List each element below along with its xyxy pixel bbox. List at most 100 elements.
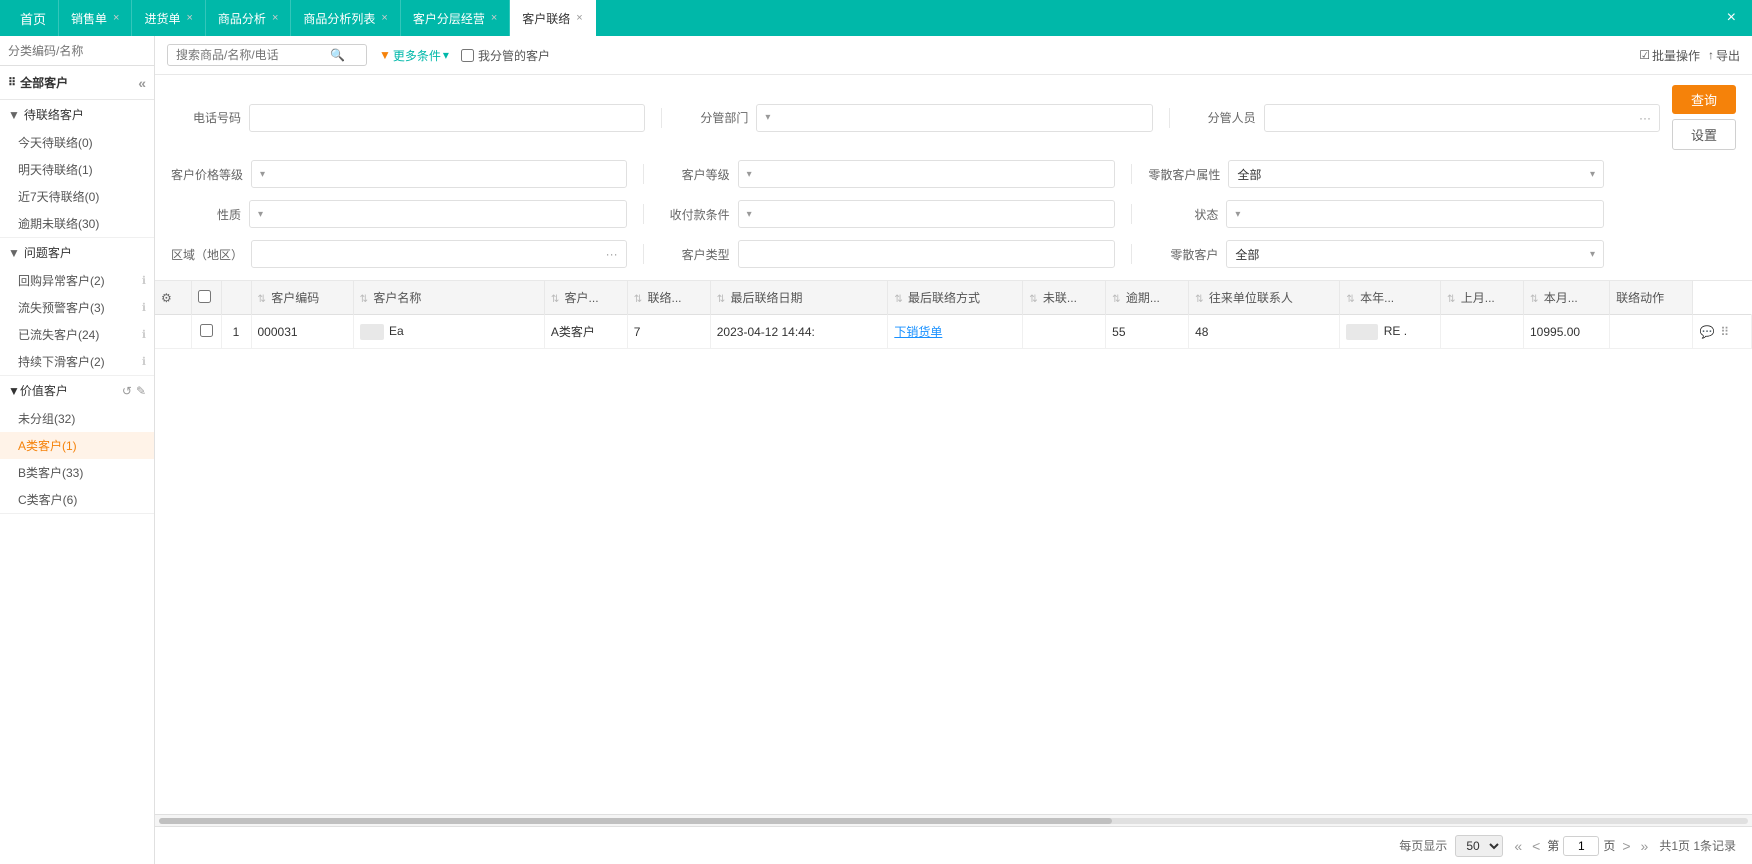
nav-home[interactable]: 首页 (8, 0, 59, 36)
sort-icon-date[interactable]: ⇅ (717, 294, 725, 305)
phone-input[interactable] (249, 104, 645, 132)
filter-retail-attr: 零散客户属性 全部 ▾ (1148, 158, 1604, 190)
sidebar-item-churned[interactable]: 已流失客户(24) ℹ (0, 321, 154, 348)
col-current-month: ⇅ 本月... (1524, 281, 1610, 315)
close-customer-contact-tab[interactable]: × (576, 12, 582, 24)
refresh-icon[interactable]: ↺ (122, 384, 132, 398)
my-customer-checkbox-container[interactable]: 我分管的客户 (461, 47, 550, 64)
sort-icon-contact[interactable]: ⇅ (634, 294, 642, 305)
status-input[interactable]: ▾ (1226, 200, 1604, 228)
close-analysis-tab[interactable]: × (272, 12, 278, 24)
data-table-area: ⚙ ⇅ 客户编码 ⇅ 客户名称 (155, 281, 1752, 814)
gear-icon[interactable]: ⚙ (161, 291, 172, 305)
sort-icon-code[interactable]: ⇅ (258, 294, 266, 305)
nav-tab-analysis-list[interactable]: 商品分析列表 × (291, 0, 400, 36)
more-filter-button[interactable]: ▼ 更多条件 ▾ (379, 47, 449, 64)
close-sales-tab[interactable]: × (113, 12, 119, 24)
payment-input[interactable]: ▾ (738, 200, 1116, 228)
first-page-button[interactable]: « (1511, 838, 1525, 854)
horizontal-scrollbar[interactable] (155, 814, 1752, 826)
close-purchase-tab[interactable]: × (186, 12, 192, 24)
sidebar-item-class-b[interactable]: B类客户(33) (0, 459, 154, 486)
col-current-year: ⇅ 本年... (1340, 281, 1441, 315)
nature-input[interactable]: ▾ (249, 200, 627, 228)
filter-bar: 🔍 ▼ 更多条件 ▾ 我分管的客户 ☑ 批量操作 ↑ 导出 (155, 36, 1752, 75)
pending-group-title[interactable]: ▼ 待联络客户 (0, 100, 154, 129)
row-action-buttons: 💬 ⠿ (1699, 325, 1745, 339)
nav-tab-analysis[interactable]: 商品分析 × (206, 0, 291, 36)
sidebar-item-churn-warning[interactable]: 流失预警客户(3) ℹ (0, 294, 154, 321)
next-page-button[interactable]: > (1619, 838, 1633, 854)
set-button[interactable]: 设置 (1672, 119, 1736, 150)
select-all-checkbox[interactable] (198, 290, 211, 303)
sidebar: 🔍 ⠿ 全部客户 « ▼ 待联络客户 今天待联络(0) 明天待联络(1) 近7天… (0, 36, 155, 864)
filter-row-1: 电话号码 分管部门 ▾ 分管人员 ··· (171, 85, 1736, 150)
close-customer-segment-tab[interactable]: × (491, 12, 497, 24)
retail2-input[interactable]: 全部 ▾ (1226, 240, 1604, 268)
dept-input[interactable]: ▾ (756, 104, 1152, 132)
search-box[interactable]: 🔍 (167, 44, 367, 66)
search-input[interactable] (176, 48, 326, 62)
sidebar-item-unclassified[interactable]: 未分组(32) (0, 405, 154, 432)
last-page-button[interactable]: » (1638, 838, 1652, 854)
sidebar-item-overdue[interactable]: 逾期未联络(30) (0, 210, 154, 237)
filter-region: 区域（地区） ··· (171, 238, 627, 270)
query-button[interactable]: 查询 (1672, 85, 1736, 114)
problem-group-title[interactable]: ▼ 问题客户 (0, 238, 154, 267)
sidebar-item-tomorrow[interactable]: 明天待联络(1) (0, 156, 154, 183)
filter-actions: ☑ 批量操作 ↑ 导出 (1639, 47, 1740, 64)
value-group-title[interactable]: ▼ 价值客户 ↺ ✎ (0, 376, 154, 405)
page-number-input[interactable] (1563, 836, 1599, 856)
col-no-contact: ⇅ 未联... (1023, 281, 1106, 315)
filter-nature: 性质 ▾ (171, 198, 627, 230)
col-contact-person: ⇅ 往来单位联系人 (1189, 281, 1340, 315)
retail-attr-input[interactable]: 全部 ▾ (1228, 160, 1604, 188)
chat-action-icon[interactable]: 💬 (1699, 325, 1714, 339)
last-contact-method-link[interactable]: 下销货单 (894, 325, 942, 339)
sidebar-item-week[interactable]: 近7天待联络(0) (0, 183, 154, 210)
pending-group: ▼ 待联络客户 今天待联络(0) 明天待联络(1) 近7天待联络(0) 逾期未联… (0, 100, 154, 238)
scrollbar-thumb[interactable] (159, 818, 1112, 824)
sort-icon-type[interactable]: ⇅ (551, 294, 559, 305)
value-group: ▼ 价值客户 ↺ ✎ 未分组(32) A类客户(1) B类客户(33) C类客户… (0, 376, 154, 514)
nav-tab-customer-contact[interactable]: 客户联络 × (510, 0, 595, 36)
more-action-icon[interactable]: ⠿ (1720, 325, 1729, 339)
sidebar-item-today[interactable]: 今天待联络(0) (0, 129, 154, 156)
page-size-select[interactable]: 50 (1455, 835, 1503, 857)
sort-icon-month[interactable]: ⇅ (1530, 294, 1538, 305)
sort-icon-name[interactable]: ⇅ (360, 294, 368, 305)
nav-tab-purchase[interactable]: 进货单 × (132, 0, 205, 36)
edit-icon[interactable]: ✎ (136, 384, 146, 398)
category-search-input[interactable] (8, 44, 155, 58)
export-button[interactable]: ↑ 导出 (1708, 47, 1740, 64)
customer-type-input[interactable] (738, 240, 1116, 268)
close-all-button[interactable]: × (1719, 9, 1744, 27)
sidebar-item-repurchase[interactable]: 回购异常客户(2) ℹ (0, 267, 154, 294)
my-customer-checkbox[interactable] (461, 49, 474, 62)
sort-icon-year[interactable]: ⇅ (1346, 294, 1354, 305)
nav-tab-sales[interactable]: 销售单 × (59, 0, 132, 36)
row-checkbox[interactable] (200, 324, 213, 337)
sort-icon-last-month[interactable]: ⇅ (1447, 294, 1455, 305)
sidebar-item-class-a[interactable]: A类客户(1) (0, 432, 154, 459)
value-group-icons: ↺ ✎ (122, 384, 146, 398)
price-level-input[interactable]: ▾ (251, 160, 627, 188)
problem-arrow-icon: ▼ (8, 246, 20, 260)
sidebar-collapse-icon[interactable]: « (138, 75, 146, 91)
nav-tab-customer-segment[interactable]: 客户分层经营 × (401, 0, 510, 36)
person-input[interactable]: ··· (1264, 104, 1660, 132)
sidebar-item-declining[interactable]: 持续下滑客户(2) ℹ (0, 348, 154, 375)
batch-op-button[interactable]: ☑ 批量操作 (1639, 47, 1700, 64)
prev-page-button[interactable]: < (1529, 838, 1543, 854)
customer-level-input[interactable]: ▾ (738, 160, 1116, 188)
customer-level-label: 客户等级 (660, 166, 730, 183)
main-layout: 🔍 ⠿ 全部客户 « ▼ 待联络客户 今天待联络(0) 明天待联络(1) 近7天… (0, 36, 1752, 864)
sort-icon-method[interactable]: ⇅ (894, 294, 902, 305)
sort-icon-overdue[interactable]: ⇅ (1112, 294, 1120, 305)
sort-icon-no-contact[interactable]: ⇅ (1029, 294, 1037, 305)
region-input[interactable]: ··· (251, 240, 627, 268)
sidebar-item-class-c[interactable]: C类客户(6) (0, 486, 154, 513)
sort-icon-contact-person[interactable]: ⇅ (1195, 294, 1203, 305)
search-icon[interactable]: 🔍 (330, 48, 345, 62)
close-analysis-list-tab[interactable]: × (381, 12, 387, 24)
